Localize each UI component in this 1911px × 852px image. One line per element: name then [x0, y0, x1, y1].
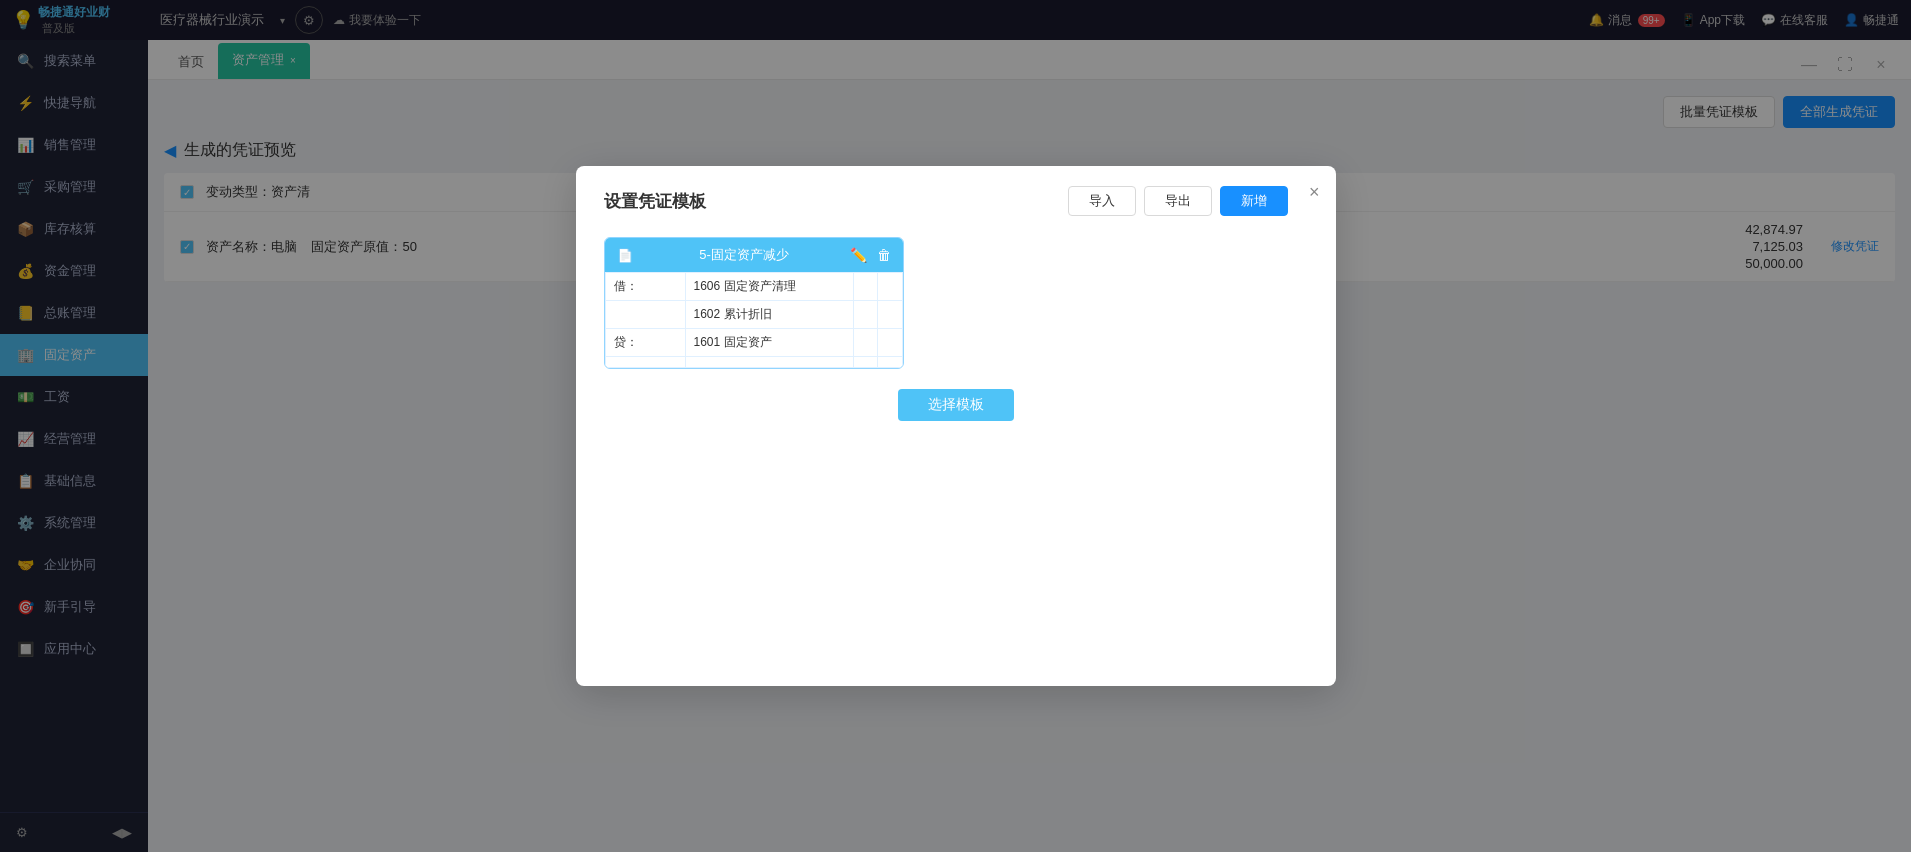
account-3 — [685, 357, 854, 368]
col3-0 — [878, 273, 902, 301]
template-row-1: 1602 累计折旧 — [605, 301, 902, 329]
modal-dialog: 设置凭证模板 × 导入 导出 新增 📄 5-固定资产减少 ✏️ 🗑 借： — [576, 166, 1336, 686]
side-0: 借： — [605, 273, 685, 301]
account-0: 1606 固定资产清理 — [685, 273, 854, 301]
template-card-header: 📄 5-固定资产减少 ✏️ 🗑 — [605, 238, 903, 272]
template-actions: ✏️ 🗑 — [850, 247, 891, 263]
account-1: 1602 累计折旧 — [685, 301, 854, 329]
side-2: 贷： — [605, 329, 685, 357]
col2-0 — [854, 273, 878, 301]
col2-1 — [854, 301, 878, 329]
template-row-3 — [605, 357, 902, 368]
select-template-btn[interactable]: 选择模板 — [898, 389, 1014, 421]
template-icon: 📄 — [617, 248, 633, 263]
side-1 — [605, 301, 685, 329]
col2-2 — [854, 329, 878, 357]
modal-overlay: 设置凭证模板 × 导入 导出 新增 📄 5-固定资产减少 ✏️ 🗑 借： — [0, 0, 1911, 852]
template-row-0: 借： 1606 固定资产清理 — [605, 273, 902, 301]
template-card: 📄 5-固定资产减少 ✏️ 🗑 借： 1606 固定资产清理 — [604, 237, 904, 369]
export-btn[interactable]: 导出 — [1144, 186, 1212, 216]
import-btn[interactable]: 导入 — [1068, 186, 1136, 216]
new-btn[interactable]: 新增 — [1220, 186, 1288, 216]
template-table: 借： 1606 固定资产清理 1602 累计折旧 贷： 1601 固定资产 — [605, 272, 903, 368]
template-row-2: 贷： 1601 固定资产 — [605, 329, 902, 357]
delete-template-icon[interactable]: 🗑 — [877, 247, 891, 263]
modal-toolbar: 导入 导出 新增 — [1068, 186, 1288, 216]
template-header-label: 5-固定资产减少 — [699, 246, 789, 264]
col2-3 — [854, 357, 878, 368]
col3-2 — [878, 329, 902, 357]
modal-close-btn[interactable]: × — [1309, 182, 1320, 203]
side-3 — [605, 357, 685, 368]
account-2: 1601 固定资产 — [685, 329, 854, 357]
col3-1 — [878, 301, 902, 329]
edit-template-icon[interactable]: ✏️ — [850, 247, 867, 263]
col3-3 — [878, 357, 902, 368]
